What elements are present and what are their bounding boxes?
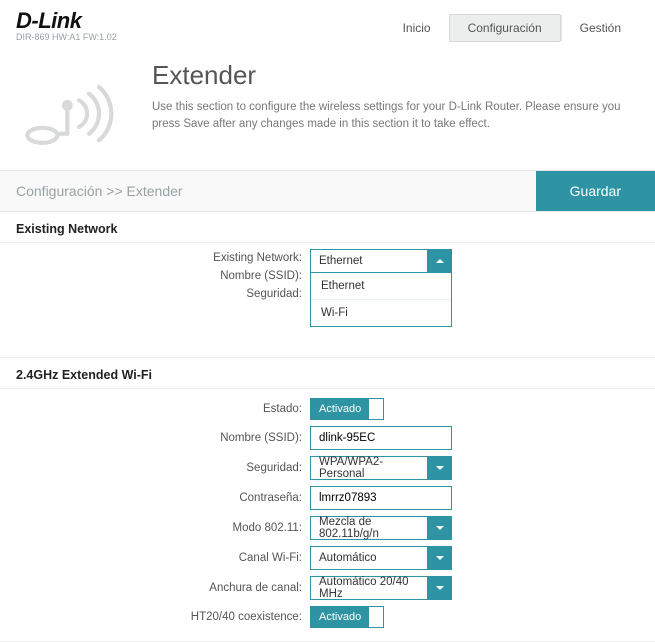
page-description: Use this section to configure the wirele…: [152, 99, 631, 132]
mode-select[interactable]: Mezcla de 802.11b/g/n: [310, 516, 452, 540]
existing-network-dropdown-open: Ethernet Ethernet Wi-Fi: [310, 249, 452, 327]
chevron-down-icon: [428, 576, 452, 600]
crumb-bar: Configuración >> Extender Guardar: [0, 170, 655, 212]
brand-model: DIR-869 HW:A1 FW:1.02: [16, 32, 117, 42]
channel-select[interactable]: Automático: [310, 546, 452, 570]
nav-config[interactable]: Configuración: [449, 14, 561, 42]
extender-icon: [24, 82, 124, 152]
security-select[interactable]: WPA/WPA2-Personal: [310, 456, 452, 480]
nav-home[interactable]: Inicio: [385, 15, 449, 41]
state-toggle-label: Activado: [311, 399, 369, 419]
breadcrumb: Configuración >> Extender: [0, 171, 536, 211]
ht-toggle[interactable]: Activado: [310, 606, 384, 628]
row-channel: Canal Wi-Fi: Automático: [0, 543, 655, 573]
ht-toggle-label: Activado: [311, 607, 369, 627]
chevron-down-icon: [428, 546, 452, 570]
width-select[interactable]: Automático 20/40 MHz: [310, 576, 452, 600]
chevron-down-icon: [428, 516, 452, 540]
section-title-existing: Existing Network: [0, 212, 655, 243]
label-password: Contraseña:: [16, 492, 310, 504]
label-channel: Canal Wi-Fi:: [16, 552, 310, 564]
hero-text: Extender Use this section to configure t…: [152, 60, 631, 132]
row-width: Anchura de canal: Automático 20/40 MHz: [0, 573, 655, 603]
existing-network-form: Ethernet Ethernet Wi-Fi Existing Network…: [0, 243, 655, 357]
row-ht: HT20/40 coexistence: Activado: [0, 603, 655, 631]
existing-network-options: Ethernet Wi-Fi: [310, 273, 452, 327]
label-existing-ssid: Nombre (SSID):: [16, 270, 310, 282]
page-title: Extender: [152, 60, 631, 91]
security-select-value: WPA/WPA2-Personal: [310, 456, 428, 480]
label-state: Estado:: [16, 403, 310, 415]
toggle-knob: [369, 399, 383, 419]
channel-select-value: Automático: [310, 546, 428, 570]
ext24-form: Estado: Activado Nombre (SSID): Segurida…: [0, 389, 655, 641]
row-state: Estado: Activado: [0, 395, 655, 423]
save-button[interactable]: Guardar: [536, 171, 655, 211]
dropdown-option-wifi[interactable]: Wi-Fi: [311, 299, 451, 326]
ssid-input[interactable]: [310, 426, 452, 450]
label-width: Anchura de canal:: [16, 582, 310, 594]
label-existing-network: Existing Network:: [16, 252, 310, 264]
mode-select-value: Mezcla de 802.11b/g/n: [310, 516, 428, 540]
label-mode: Modo 802.11:: [16, 522, 310, 534]
width-select-value: Automático 20/40 MHz: [310, 576, 428, 600]
hero: Extender Use this section to configure t…: [0, 42, 655, 170]
toggle-knob: [369, 607, 383, 627]
label-security: Seguridad:: [16, 462, 310, 474]
chevron-down-icon: [428, 456, 452, 480]
dropdown-option-ethernet[interactable]: Ethernet: [311, 273, 451, 299]
top-bar: D-Link DIR-869 HW:A1 FW:1.02 Inicio Conf…: [0, 0, 655, 42]
password-input[interactable]: [310, 486, 452, 510]
label-ht: HT20/40 coexistence:: [16, 611, 310, 623]
section-title-ext24: 2.4GHz Extended Wi-Fi: [0, 358, 655, 389]
row-ssid: Nombre (SSID):: [0, 423, 655, 453]
row-security: Seguridad: WPA/WPA2-Personal: [0, 453, 655, 483]
top-nav: Inicio Configuración Gestión: [385, 14, 639, 42]
row-mode: Modo 802.11: Mezcla de 802.11b/g/n: [0, 513, 655, 543]
label-existing-security: Seguridad:: [16, 288, 310, 300]
brand: D-Link DIR-869 HW:A1 FW:1.02: [16, 8, 117, 42]
brand-logo: D-Link: [16, 8, 117, 34]
row-password: Contraseña:: [0, 483, 655, 513]
chevron-up-icon[interactable]: [428, 249, 452, 273]
existing-network-select-value[interactable]: Ethernet: [310, 249, 428, 273]
label-ssid: Nombre (SSID):: [16, 432, 310, 444]
state-toggle[interactable]: Activado: [310, 398, 384, 420]
nav-manage[interactable]: Gestión: [561, 15, 639, 41]
